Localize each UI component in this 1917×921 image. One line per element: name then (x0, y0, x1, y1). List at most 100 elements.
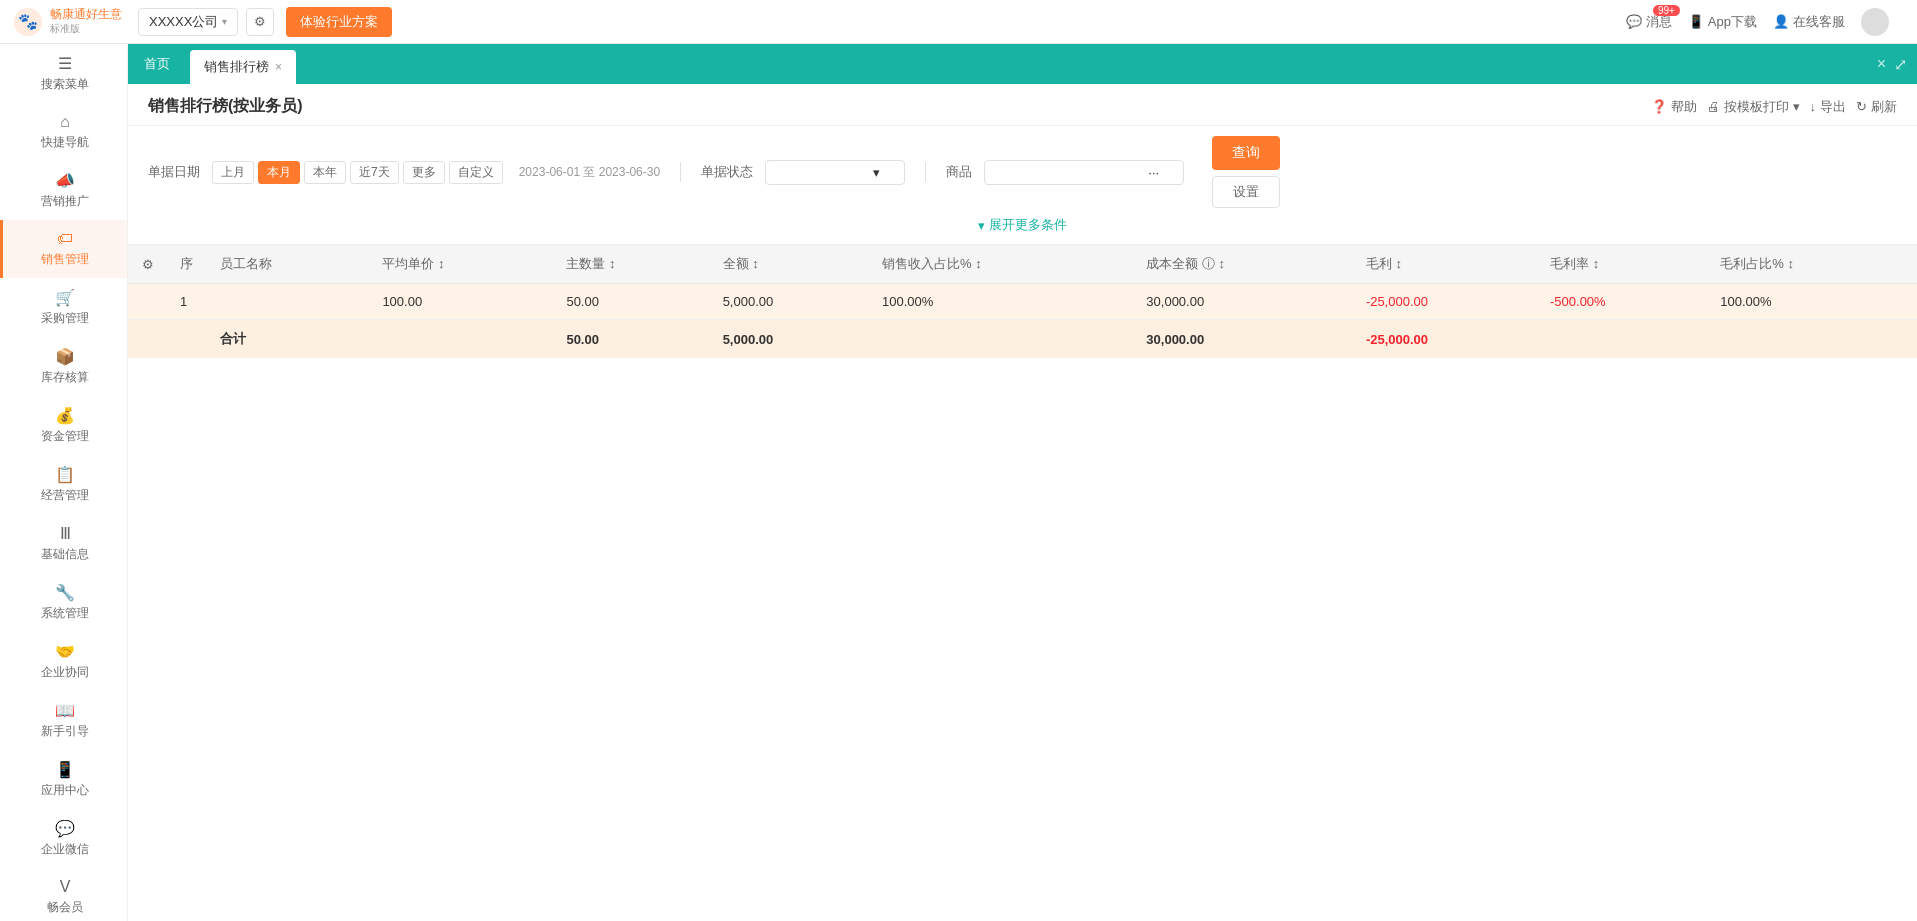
sort-icon: ↕ (1593, 256, 1600, 271)
settings-button[interactable]: 设置 (1212, 176, 1280, 208)
print-dropdown-icon: ▾ (1793, 99, 1800, 114)
row-amount: 5,000.00 (711, 284, 870, 320)
date-btn-last-month[interactable]: 上月 (212, 161, 254, 184)
app-download-button[interactable]: 📱 App下载 (1688, 13, 1757, 31)
row-cost: 30,000.00 (1134, 284, 1354, 320)
col-settings[interactable]: ⚙ (128, 245, 168, 284)
date-btn-this-month[interactable]: 本月 (258, 161, 300, 184)
company-settings-button[interactable]: ⚙ (246, 8, 274, 36)
logo-line1: 畅康通好生意 (50, 7, 122, 21)
sidebar-item-sales[interactable]: 🏷 销售管理 (0, 220, 127, 278)
sidebar-item-search[interactable]: ☰ 搜索菜单 (0, 44, 127, 103)
sidebar-item-quick-nav[interactable]: ⌂ 快捷导航 (0, 103, 127, 161)
col-cost[interactable]: 成本全额 ⓘ ↕ (1134, 245, 1354, 284)
goods-select[interactable]: ··· (984, 160, 1184, 185)
export-button[interactable]: ↓ 导出 (1810, 98, 1847, 116)
member-icon: V (60, 878, 71, 896)
date-range: 2023-06-01 至 2023-06-30 (519, 164, 660, 181)
query-button[interactable]: 查询 (1212, 136, 1280, 170)
status-dropdown-icon: ▾ (873, 165, 880, 180)
chevron-down-icon: ▾ (222, 16, 227, 27)
row-settings (128, 284, 168, 320)
tab-sales-ranking[interactable]: 销售排行榜 × (190, 50, 296, 84)
gear-icon: ⚙ (254, 14, 266, 29)
service-icon: 👤 (1773, 14, 1789, 29)
date-btn-custom[interactable]: 自定义 (449, 161, 503, 184)
trial-button[interactable]: 体验行业方案 (286, 7, 392, 37)
sort-icon: ↕ (975, 256, 982, 271)
sidebar: ☰ 搜索菜单 ⌂ 快捷导航 📣 营销推广 🏷 销售管理 🛒 采购管理 📦 库 (0, 44, 128, 921)
tab-close-window-icon[interactable]: × (1877, 55, 1886, 73)
sort-icon: ↕ (1219, 256, 1226, 271)
col-gross-pct[interactable]: 毛利占比% ↕ (1708, 245, 1917, 284)
sidebar-item-purchase[interactable]: 🛒 采购管理 (0, 278, 127, 337)
col-amount[interactable]: 全额 ↕ (711, 245, 870, 284)
sidebar-item-basic[interactable]: Ⅲ 基础信息 (0, 514, 127, 573)
row-avg-price: 100.00 (370, 284, 554, 320)
company-selector[interactable]: XXXXX公司 ▾ (138, 8, 238, 36)
marketing-icon: 📣 (55, 171, 75, 190)
action-buttons: 查询 设置 (1212, 136, 1280, 208)
sidebar-item-ops[interactable]: 📋 经营管理 (0, 455, 127, 514)
settings-icon: ⚙ (142, 257, 154, 272)
page-header: 销售排行榜(按业务员) ❓ 帮助 🖨 按模板打印 ▾ ↓ 导出 (128, 84, 1917, 126)
date-btn-7days[interactable]: 近7天 (350, 161, 399, 184)
sidebar-item-collab[interactable]: 🤝 企业协同 (0, 632, 127, 691)
sidebar-item-system[interactable]: 🔧 系统管理 (0, 573, 127, 632)
footer-sales-pct (870, 320, 1134, 359)
date-btn-more[interactable]: 更多 (403, 161, 445, 184)
sidebar-item-apps[interactable]: 📱 应用中心 (0, 750, 127, 809)
sort-icon: ↕ (438, 256, 445, 271)
date-buttons: 上月 本月 本年 近7天 更多 自定义 (212, 161, 503, 184)
message-button[interactable]: 💬 消息 99+ (1626, 13, 1672, 31)
col-avg-price[interactable]: 平均单价 ↕ (370, 245, 554, 284)
row-gross-rate: -500.00% (1538, 284, 1708, 320)
footer-gross-pct (1708, 320, 1917, 359)
col-qty[interactable]: 主数量 ↕ (554, 245, 710, 284)
help-icon: ❓ (1651, 99, 1667, 114)
print-button[interactable]: 🖨 按模板打印 ▾ (1707, 98, 1800, 116)
col-sales-pct[interactable]: 销售收入占比% ↕ (870, 245, 1134, 284)
sidebar-item-guide[interactable]: 📖 新手引导 (0, 691, 127, 750)
top-right-area: 💬 消息 99+ 📱 App下载 👤 在线客服 (1626, 8, 1905, 36)
col-gross-rate[interactable]: 毛利率 ↕ (1538, 245, 1708, 284)
row-gross-profit: -25,000.00 (1354, 284, 1538, 320)
ops-icon: 📋 (55, 465, 75, 484)
date-btn-this-year[interactable]: 本年 (304, 161, 346, 184)
sidebar-item-marketing[interactable]: 📣 营销推广 (0, 161, 127, 220)
print-icon: 🖨 (1707, 99, 1720, 114)
expand-more-btn[interactable]: ▾ 展开更多条件 (148, 216, 1897, 234)
collab-icon: 🤝 (55, 642, 75, 661)
sidebar-item-finance[interactable]: 💰 资金管理 (0, 396, 127, 455)
refresh-button[interactable]: ↻ 刷新 (1856, 98, 1897, 116)
footer-rank (168, 320, 208, 359)
tab-home[interactable]: 首页 (128, 44, 186, 84)
tab-close-icon[interactable]: × (275, 60, 282, 74)
footer-cost: 30,000.00 (1134, 320, 1354, 359)
status-select[interactable]: ▾ (765, 160, 905, 185)
row-qty: 50.00 (554, 284, 710, 320)
footer-avg-price (370, 320, 554, 359)
col-name: 员工名称 (208, 245, 370, 284)
avatar[interactable] (1861, 8, 1889, 36)
date-label: 单据日期 (148, 163, 200, 181)
footer-gross-profit: -25,000.00 (1354, 320, 1538, 359)
col-gross-profit[interactable]: 毛利 ↕ (1354, 245, 1538, 284)
help-button[interactable]: ❓ 帮助 (1651, 98, 1697, 116)
sidebar-item-wechat[interactable]: 💬 企业微信 (0, 809, 127, 868)
export-icon: ↓ (1810, 99, 1817, 114)
online-service-button[interactable]: 👤 在线客服 (1773, 13, 1845, 31)
logo: 🐾 畅康通好生意 标准版 (12, 6, 122, 38)
footer-gross-rate (1538, 320, 1708, 359)
sidebar-item-member[interactable]: V 畅会员 (0, 868, 127, 921)
home-icon: ⌂ (60, 113, 70, 131)
sidebar-item-inventory[interactable]: 📦 库存核算 (0, 337, 127, 396)
footer-settings (128, 320, 168, 359)
table-header-row: ⚙ 序 员工名称 平均单价 ↕ 主数量 (128, 245, 1917, 284)
company-name: XXXXX公司 (149, 13, 218, 31)
purchase-icon: 🛒 (55, 288, 75, 307)
goods-label: 商品 (946, 163, 972, 181)
tab-maximize-icon[interactable]: ⤢ (1894, 55, 1907, 74)
status-label: 单据状态 (701, 163, 753, 181)
system-icon: 🔧 (55, 583, 75, 602)
